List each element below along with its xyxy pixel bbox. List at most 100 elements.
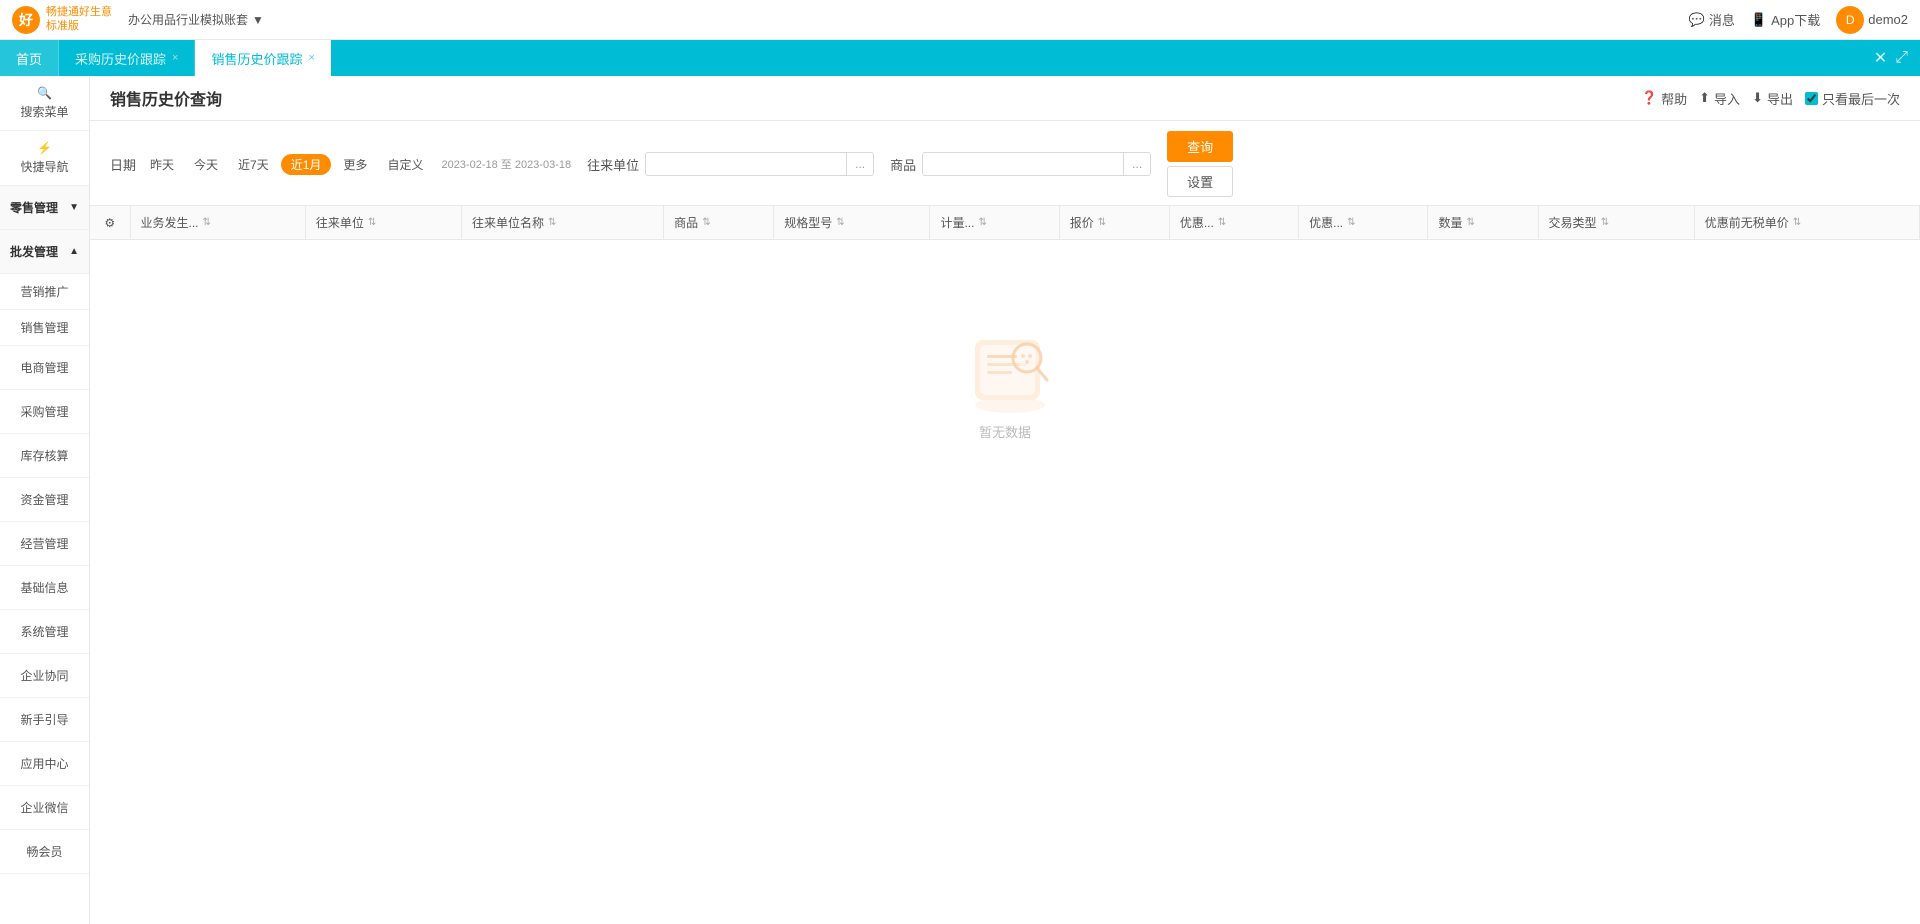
date-option-today[interactable]: 今天: [186, 154, 226, 175]
top-bar-right: 💬 消息 📱 App下载 D demo2: [1689, 6, 1908, 34]
only-last-checkbox-label[interactable]: 只看最后一次: [1805, 89, 1900, 108]
import-button[interactable]: ⬆ 导入: [1699, 89, 1740, 108]
main-layout: 🔍 搜索菜单 ⚡ 快捷导航 零售管理 ▼ 批发管理 ▲ 营销推广 销售管理 电商…: [0, 76, 1920, 924]
close-all-tabs-icon[interactable]: ✕: [1874, 48, 1887, 68]
product-input-group: ...: [922, 152, 1151, 176]
sidebar-item-finance-mgmt[interactable]: 资金管理: [0, 478, 89, 522]
query-button[interactable]: 查询: [1167, 131, 1233, 162]
only-last-checkbox[interactable]: [1805, 92, 1818, 105]
sidebar-item-quick-nav[interactable]: ⚡ 快捷导航: [0, 131, 89, 186]
th-biz-date: 业务发生... ⇅: [130, 206, 305, 240]
sidebar-item-basic-info[interactable]: 基础信息: [0, 566, 89, 610]
top-bar: 好 畅捷通好生意 标准版 办公用品行业模拟账套 ▼ 💬 消息 📱 App下载 D…: [0, 0, 1920, 40]
th-unit: 计量... ⇅: [930, 206, 1059, 240]
th-partner-code: 往来单位 ⇅: [305, 206, 461, 240]
tab-sales-history-close[interactable]: ×: [308, 52, 314, 64]
help-button[interactable]: ❓ 帮助: [1641, 89, 1687, 108]
sidebar: 🔍 搜索菜单 ⚡ 快捷导航 零售管理 ▼ 批发管理 ▲ 营销推广 销售管理 电商…: [0, 76, 90, 924]
nav-icon: ⚡: [37, 141, 52, 155]
logo-text: 畅捷通好生意 标准版: [46, 6, 112, 32]
tab-purchase-history-close[interactable]: ×: [172, 52, 178, 64]
th-quantity: 数量 ⇅: [1428, 206, 1538, 240]
page-actions: ❓ 帮助 ⬆ 导入 ⬇ 导出 只看最后一次: [1641, 89, 1900, 108]
tab-sales-history[interactable]: 销售历史价跟踪 ×: [195, 40, 330, 76]
sidebar-item-retail-mgmt[interactable]: 零售管理 ▼: [0, 186, 89, 230]
date-option-more[interactable]: 更多: [335, 154, 375, 175]
content-area: 销售历史价查询 ❓ 帮助 ⬆ 导入 ⬇ 导出 只看最后一次: [90, 76, 1920, 924]
export-icon: ⬇: [1752, 90, 1763, 106]
app-download-button[interactable]: 📱 App下载: [1751, 10, 1820, 29]
sort-icon: ⇅: [978, 217, 986, 228]
sort-icon: ⇅: [1793, 217, 1801, 228]
product-label: 商品: [890, 155, 916, 174]
sort-icon: ⇅: [836, 217, 844, 228]
product-filter-group: 商品 ...: [890, 152, 1151, 176]
sidebar-item-new-user-guide[interactable]: 新手引导: [0, 698, 89, 742]
sidebar-item-member[interactable]: 畅会员: [0, 830, 89, 874]
date-option-yesterday[interactable]: 昨天: [142, 154, 182, 175]
sidebar-item-sales-mgmt[interactable]: 销售管理: [0, 310, 89, 346]
date-label: 日期: [110, 155, 136, 174]
partner-input-group: ...: [645, 152, 874, 176]
sort-icon: ⇅: [548, 217, 556, 228]
sidebar-item-app-center[interactable]: 应用中心: [0, 742, 89, 786]
partner-ellipsis-button[interactable]: ...: [846, 153, 873, 175]
company-select[interactable]: 办公用品行业模拟账套 ▼: [120, 7, 272, 32]
th-product: 商品 ⇅: [664, 206, 774, 240]
product-ellipsis-button[interactable]: ...: [1123, 153, 1150, 175]
th-quote: 报价 ⇅: [1059, 206, 1169, 240]
date-option-last7days[interactable]: 近7天: [230, 154, 277, 175]
product-input[interactable]: [923, 153, 1123, 175]
settings-icon: ⚙: [104, 216, 115, 230]
sidebar-item-search-menu[interactable]: 🔍 搜索菜单: [0, 76, 89, 131]
tab-bar-actions: ✕ ⤢: [1862, 40, 1920, 76]
tab-purchase-history[interactable]: 采购历史价跟踪 ×: [59, 40, 195, 76]
empty-state: 暂无数据: [90, 240, 1920, 521]
sort-icon: ⇅: [1601, 217, 1609, 228]
date-option-custom[interactable]: 自定义: [379, 154, 431, 175]
data-table: ⚙ 业务发生... ⇅ 往来单位 ⇅: [90, 206, 1920, 240]
sort-icon: ⇅: [203, 217, 211, 228]
date-options: 昨天 今天 近7天 近1月 更多 自定义: [142, 154, 431, 175]
sidebar-item-system-settings[interactable]: 系统管理: [0, 610, 89, 654]
sort-icon: ⇅: [1347, 217, 1355, 228]
message-button[interactable]: 💬 消息: [1689, 10, 1735, 29]
chevron-down-icon: ▼: [252, 13, 264, 27]
tab-home[interactable]: 首页: [0, 40, 59, 76]
empty-illustration: [955, 320, 1055, 410]
logo-area: 好 畅捷通好生意 标准版: [12, 6, 112, 34]
table-container: ⚙ 业务发生... ⇅ 往来单位 ⇅: [90, 206, 1920, 924]
sidebar-item-ecommerce-mgmt[interactable]: 电商管理: [0, 346, 89, 390]
date-range-text: 2023-02-18 至 2023-03-18: [441, 156, 571, 172]
sidebar-item-marketing-promo[interactable]: 营销推广: [0, 274, 89, 310]
top-bar-left: 好 畅捷通好生意 标准版 办公用品行业模拟账套 ▼: [12, 6, 272, 34]
partner-filter-group: 往来单位 ...: [587, 152, 874, 176]
user-menu[interactable]: D demo2: [1836, 6, 1908, 34]
download-icon: 📱: [1751, 12, 1767, 28]
th-pre-tax-price: 优惠前无税单价 ⇅: [1694, 206, 1919, 240]
th-settings[interactable]: ⚙: [90, 206, 130, 240]
sidebar-item-enterprise-wechat[interactable]: 企业微信: [0, 786, 89, 830]
th-discount1: 优惠... ⇅: [1169, 206, 1298, 240]
chevron-down-icon: ▼: [69, 202, 79, 213]
sidebar-item-wholesale-mgmt[interactable]: 批发管理 ▲: [0, 230, 89, 274]
date-filter-group: 日期 昨天 今天 近7天 近1月 更多 自定义 2023-02-18 至 202…: [110, 154, 571, 175]
table-header: ⚙ 业务发生... ⇅ 往来单位 ⇅: [90, 206, 1920, 240]
sidebar-item-operations-mgmt[interactable]: 经营管理: [0, 522, 89, 566]
message-icon: 💬: [1689, 12, 1705, 28]
filter-actions: 查询 设置: [1167, 131, 1233, 197]
fullscreen-icon[interactable]: ⤢: [1895, 49, 1908, 67]
sidebar-item-purchase-mgmt[interactable]: 采购管理: [0, 390, 89, 434]
th-trade-type: 交易类型 ⇅: [1538, 206, 1694, 240]
sidebar-item-enterprise-collab[interactable]: 企业协同: [0, 654, 89, 698]
search-icon: 🔍: [37, 86, 52, 100]
settings-button[interactable]: 设置: [1167, 166, 1233, 197]
empty-text: 暂无数据: [979, 422, 1031, 441]
partner-input[interactable]: [646, 153, 846, 175]
sidebar-item-inventory-check[interactable]: 库存核算: [0, 434, 89, 478]
tab-bar: 首页 采购历史价跟踪 × 销售历史价跟踪 × ✕ ⤢: [0, 40, 1920, 76]
export-button[interactable]: ⬇ 导出: [1752, 89, 1793, 108]
th-spec: 规格型号 ⇅: [774, 206, 930, 240]
logo-icon: 好: [12, 6, 40, 34]
date-option-last1month[interactable]: 近1月: [281, 154, 332, 175]
